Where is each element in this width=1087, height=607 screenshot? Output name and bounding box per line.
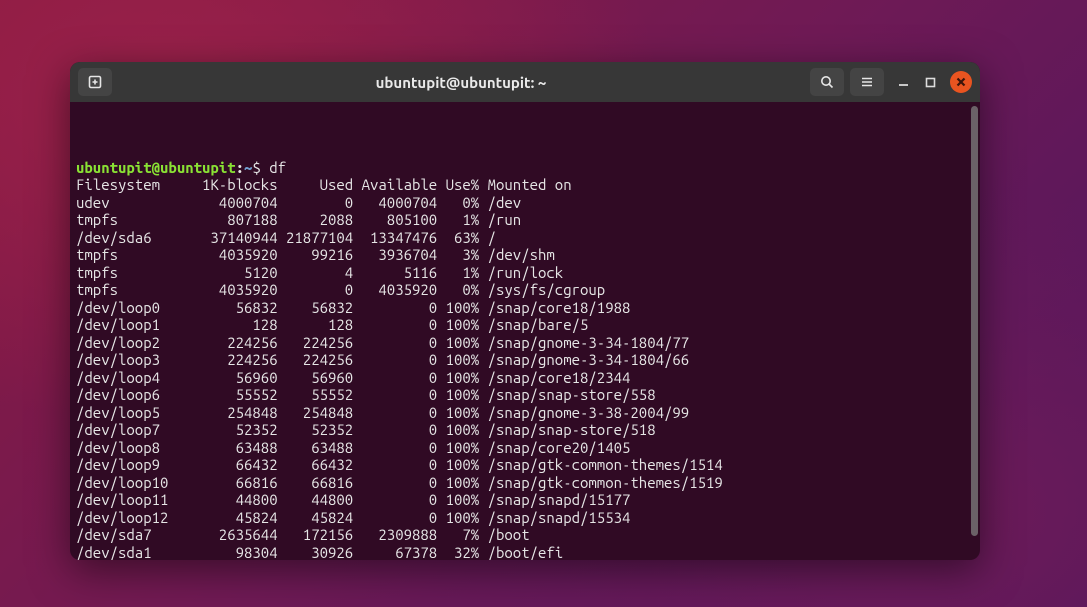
terminal-body[interactable]: ubuntupit@ubuntupit:~$ dfFilesystem 1K-b… bbox=[70, 102, 980, 560]
prompt-line: ubuntupit@ubuntupit:~$ df bbox=[76, 159, 974, 177]
prompt-command: df bbox=[269, 159, 286, 176]
prompt-dollar: $ bbox=[252, 159, 269, 176]
df-output: Filesystem 1K-blocks Used Available Use%… bbox=[76, 176, 723, 560]
new-tab-icon bbox=[87, 74, 103, 90]
search-icon bbox=[819, 74, 835, 90]
prompt-host: ubuntupit bbox=[160, 159, 236, 176]
close-icon bbox=[956, 77, 966, 87]
titlebar: ubuntupit@ubuntupit: ~ bbox=[70, 62, 980, 102]
window-controls bbox=[896, 71, 972, 93]
close-button[interactable] bbox=[950, 71, 972, 93]
prompt-user: ubuntupit bbox=[76, 159, 152, 176]
maximize-icon bbox=[923, 75, 938, 90]
prompt-at: @ bbox=[152, 159, 160, 176]
hamburger-icon bbox=[859, 74, 875, 90]
window-title: ubuntupit@ubuntupit: ~ bbox=[118, 74, 804, 91]
minimize-button[interactable] bbox=[896, 75, 911, 90]
terminal-window: ubuntupit@ubuntupit: ~ ubuntupit@ubuntup… bbox=[70, 62, 980, 560]
search-button[interactable] bbox=[810, 68, 844, 96]
new-tab-button[interactable] bbox=[78, 68, 112, 96]
minimize-icon bbox=[896, 75, 911, 90]
scrollbar[interactable] bbox=[971, 106, 978, 536]
prompt-colon: : bbox=[236, 159, 244, 176]
maximize-button[interactable] bbox=[923, 75, 938, 90]
menu-button[interactable] bbox=[850, 68, 884, 96]
